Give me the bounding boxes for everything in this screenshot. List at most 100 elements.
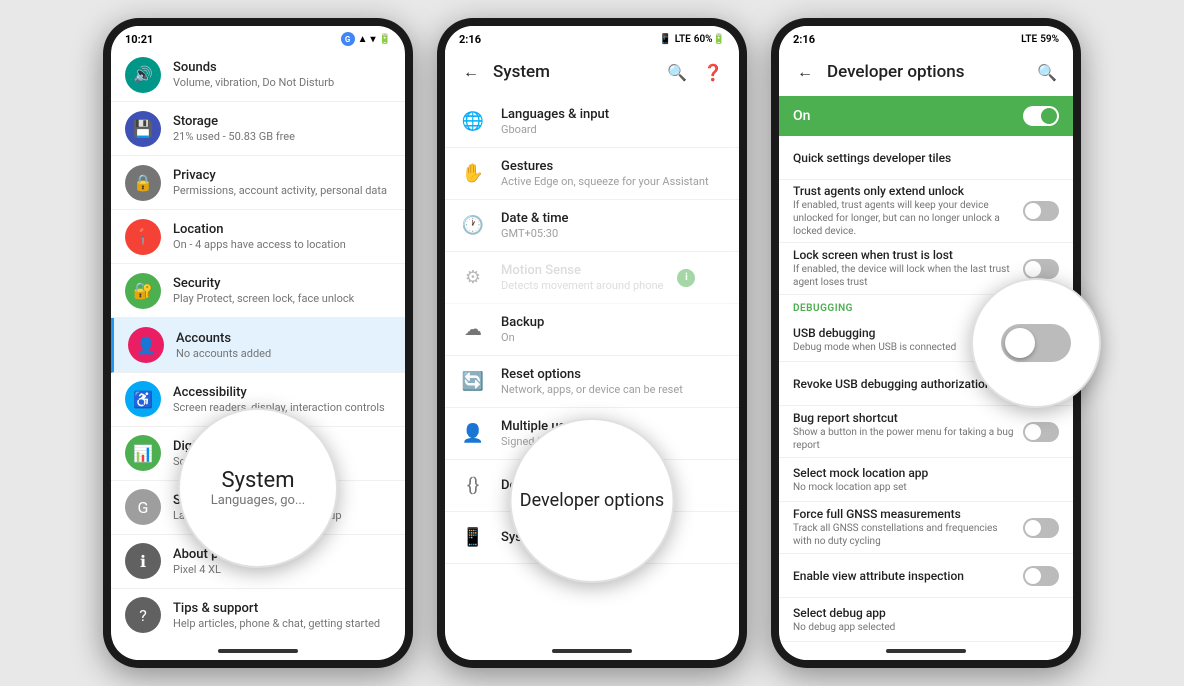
gestures-subtitle: Active Edge on, squeeze for your Assista… [501, 175, 709, 188]
storage-icon: 💾 [125, 111, 161, 147]
dev-trust-agents-text: Trust agents only extend unlock If enabl… [793, 184, 1023, 238]
privacy-title: Privacy [173, 168, 391, 183]
languages-text: Languages & input Gboard [501, 107, 609, 136]
sys-backup[interactable]: ☁ Backup On [445, 304, 739, 356]
battery-icon: 🔋 [379, 34, 391, 45]
time-2: 2:16 [459, 33, 481, 46]
dev-lock-screen-title: Lock screen when trust is lost [793, 248, 1015, 262]
dev-gnss-title: Force full GNSS measurements [793, 507, 1015, 521]
dev-debug-app[interactable]: Select debug app No debug app selected [779, 598, 1073, 642]
reset-subtitle: Network, apps, or device can be reset [501, 383, 683, 396]
privacy-text: Privacy Permissions, account activity, p… [173, 168, 391, 197]
status-icons-1: G ▲ ▾ 🔋 [341, 32, 391, 46]
dev-lock-screen-text: Lock screen when trust is lost If enable… [793, 248, 1023, 289]
settings-storage[interactable]: 💾 Storage 21% used - 50.83 GB free [111, 102, 405, 156]
security-title: Security [173, 276, 391, 291]
magnifier-developer: Developer options [510, 418, 675, 583]
datetime-title: Date & time [501, 211, 569, 226]
settings-tips[interactable]: ? Tips & support Help articles, phone & … [111, 589, 405, 642]
lock-screen-toggle[interactable] [1023, 259, 1059, 279]
gestures-text: Gestures Active Edge on, squeeze for you… [501, 159, 709, 188]
sys-datetime[interactable]: 🕐 Date & time GMT+05:30 [445, 200, 739, 252]
system-screen-title: System [493, 62, 655, 82]
settings-privacy[interactable]: 🔒 Privacy Permissions, account activity,… [111, 156, 405, 210]
status-bar-3: 2:16 LTE 59% [779, 26, 1073, 48]
dev-quick-settings[interactable]: Quick settings developer tiles [779, 136, 1073, 180]
backup-icon: ☁ [459, 316, 487, 344]
dev-screen-title: Developer options [827, 62, 1025, 82]
accounts-text: Accounts No accounts added [176, 331, 391, 360]
motion-title: Motion Sense [501, 263, 663, 278]
tips-text: Tips & support Help articles, phone & ch… [173, 601, 391, 630]
dev-quick-settings-title: Quick settings developer tiles [793, 151, 1051, 165]
phone-3: 2:16 LTE 59% ← Developer options 🔍 On Qu… [771, 18, 1081, 668]
location-subtitle: On - 4 apps have access to location [173, 238, 391, 251]
dev-gnss[interactable]: Force full GNSS measurements Track all G… [779, 502, 1073, 554]
datetime-subtitle: GMT+05:30 [501, 227, 569, 240]
developer-icon: {} [459, 472, 487, 500]
sounds-title: Sounds [173, 60, 391, 75]
accounts-title: Accounts [176, 331, 391, 346]
lte-icon: LTE [675, 34, 691, 45]
update-icon: 📱 [459, 524, 487, 552]
datetime-icon: 🕐 [459, 212, 487, 240]
dev-view-attr[interactable]: Enable view attribute inspection [779, 554, 1073, 598]
dev-mock-location-text: Select mock location app No mock locatio… [793, 466, 1059, 494]
sys-motion: ⚙ Motion Sense Detects movement around p… [445, 252, 739, 304]
settings-sounds[interactable]: 🔊 Sounds Volume, vibration, Do Not Distu… [111, 48, 405, 102]
dev-view-attr-text: Enable view attribute inspection [793, 569, 1023, 583]
tips-subtitle: Help articles, phone & chat, getting sta… [173, 617, 391, 630]
users-icon: 👤 [459, 420, 487, 448]
bug-report-toggle[interactable] [1023, 422, 1059, 442]
digital-wellbeing-icon: 📊 [125, 435, 161, 471]
motion-text: Motion Sense Detects movement around pho… [501, 263, 663, 292]
status-bar-1: 10:21 G ▲ ▾ 🔋 [111, 26, 405, 48]
settings-accounts[interactable]: 👤 Accounts No accounts added [111, 318, 405, 372]
sys-gestures[interactable]: ✋ Gestures Active Edge on, squeeze for y… [445, 148, 739, 200]
status-icons-3: LTE 59% [1021, 34, 1059, 45]
home-bar-1 [218, 649, 298, 653]
back-button[interactable]: ← [457, 58, 485, 86]
search-button-3[interactable]: 🔍 [1033, 58, 1061, 86]
dev-bug-report-text: Bug report shortcut Show a button in the… [793, 411, 1023, 452]
about-icon: ℹ [125, 543, 161, 579]
location-text: Location On - 4 apps have access to loca… [173, 222, 391, 251]
settings-security[interactable]: 🔐 Security Play Protect, screen lock, fa… [111, 264, 405, 318]
view-attr-toggle[interactable] [1023, 566, 1059, 586]
location-title: Location [173, 222, 391, 237]
back-button-3[interactable]: ← [791, 58, 819, 86]
home-indicator-1 [111, 642, 405, 660]
dev-trust-agents-title: Trust agents only extend unlock [793, 184, 1015, 198]
help-button[interactable]: ❓ [699, 58, 727, 86]
motion-icon: ⚙ [459, 264, 487, 292]
home-indicator-2 [445, 642, 739, 660]
reset-icon: 🔄 [459, 368, 487, 396]
lte-3-icon: LTE [1021, 34, 1037, 45]
storage-subtitle: 21% used - 50.83 GB free [173, 130, 391, 143]
sounds-icon: 🔊 [125, 57, 161, 93]
dev-mock-location[interactable]: Select mock location app No mock locatio… [779, 458, 1073, 502]
trust-agents-toggle[interactable] [1023, 201, 1059, 221]
dev-quick-settings-text: Quick settings developer tiles [793, 151, 1059, 165]
usb-toggle-large[interactable] [1001, 324, 1071, 362]
dev-on-toggle[interactable] [1023, 106, 1059, 126]
magnifier-usb-content [1001, 324, 1071, 362]
dev-view-attr-title: Enable view attribute inspection [793, 569, 1015, 583]
storage-title: Storage [173, 114, 391, 129]
search-button-2[interactable]: 🔍 [663, 58, 691, 86]
dev-lock-screen-subtitle: If enabled, the device will lock when th… [793, 263, 1015, 289]
settings-location[interactable]: 📍 Location On - 4 apps have access to lo… [111, 210, 405, 264]
dev-on-bar: On [779, 96, 1073, 136]
status-icons-2: 📱 LTE 60%🔋 [659, 34, 725, 45]
dev-trust-agents[interactable]: Trust agents only extend unlock If enabl… [779, 180, 1073, 243]
sys-reset[interactable]: 🔄 Reset options Network, apps, or device… [445, 356, 739, 408]
magnifier-system-title: System [222, 468, 295, 493]
battery-2-icon: 60%🔋 [694, 34, 725, 45]
dev-bug-report[interactable]: Bug report shortcut Show a button in the… [779, 406, 1073, 458]
magnifier-system-content: System Languages, go... [211, 468, 305, 508]
sys-languages[interactable]: 🌐 Languages & input Gboard [445, 96, 739, 148]
languages-title: Languages & input [501, 107, 609, 122]
gnss-toggle[interactable] [1023, 518, 1059, 538]
dev-gnss-text: Force full GNSS measurements Track all G… [793, 507, 1023, 548]
dev-debug-app-text: Select debug app No debug app selected [793, 606, 1059, 634]
